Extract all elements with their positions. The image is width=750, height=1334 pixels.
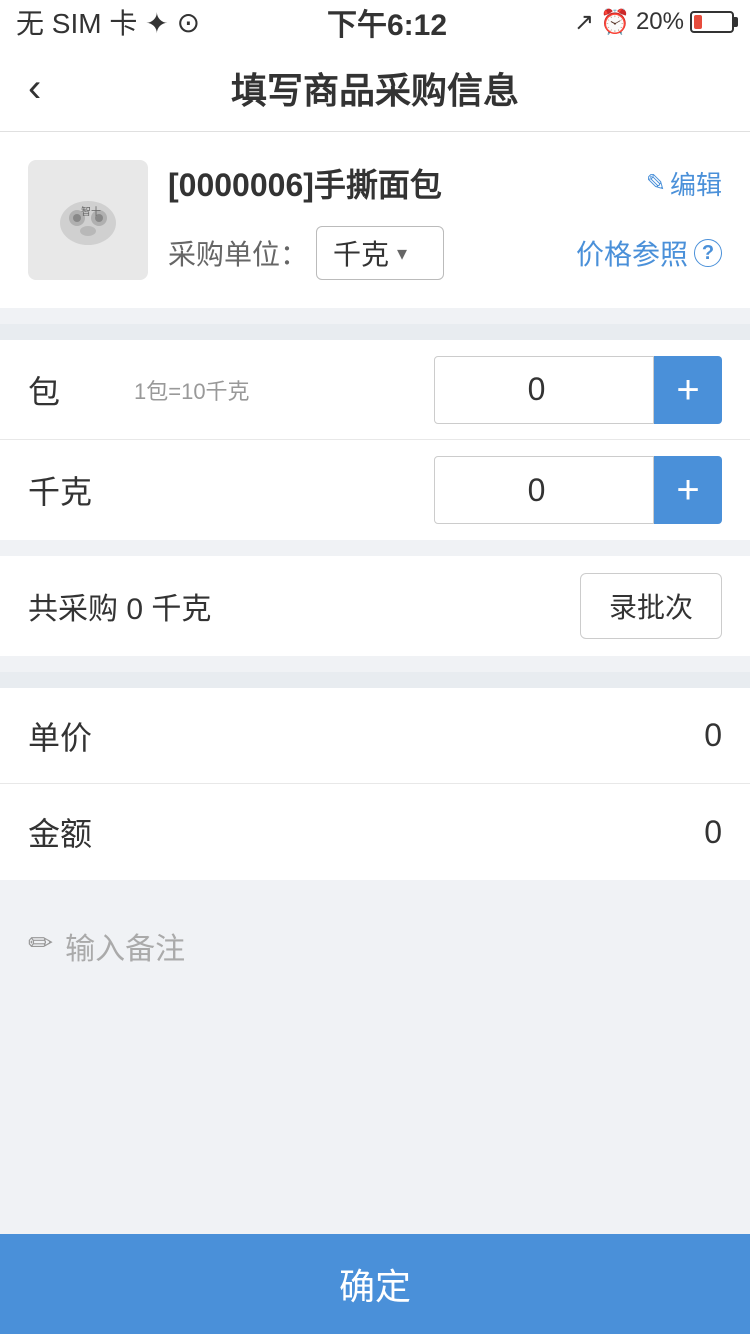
product-name: [0000006]手撕面包	[168, 160, 442, 206]
unit-price-row: 单价 0	[0, 688, 750, 784]
unit-row: 采购单位： 千克 ▾ 价格参照 ?	[168, 226, 722, 280]
edit-button[interactable]: ✎ 编辑	[646, 165, 722, 202]
page-title: 填写商品采购信息	[231, 62, 519, 114]
kg-input-wrap: +	[434, 456, 722, 524]
battery-icon	[690, 11, 734, 33]
bao-input-row: 包 1包=10千克 +	[0, 340, 750, 440]
wifi-icon: ⊙	[177, 6, 200, 39]
status-time: 下午6:12	[327, 0, 447, 44]
location-icon: ↗	[574, 8, 594, 37]
unit-price-value: 0	[704, 717, 722, 754]
battery-fill	[694, 15, 702, 29]
kg-label: 千克	[28, 467, 128, 513]
edit-icon: ✎	[646, 169, 666, 198]
bao-plus-button[interactable]: +	[654, 356, 722, 424]
bao-input[interactable]	[434, 356, 654, 424]
help-icon: ?	[694, 239, 722, 267]
summary-text: 共采购 0 千克	[28, 584, 211, 628]
unit-price-label: 单价	[28, 713, 92, 759]
product-logo: 智十	[48, 190, 128, 250]
no-sim-label: 无 SIM 卡 ✦	[16, 2, 169, 42]
summary-section: 共采购 0 千克 录批次	[0, 556, 750, 656]
separator-2	[0, 672, 750, 688]
status-bar: 无 SIM 卡 ✦ ⊙ 下午6:12 ↗ ⏰ 20%	[0, 0, 750, 44]
chevron-down-icon: ▾	[397, 241, 407, 266]
product-name-row: [0000006]手撕面包 ✎ 编辑	[168, 160, 722, 206]
svg-text:智十: 智十	[81, 205, 101, 218]
bao-sublabel: 1包=10千克	[134, 374, 434, 406]
bao-label: 包	[28, 367, 128, 413]
edit-label: 编辑	[670, 165, 722, 202]
remark-section[interactable]: ✏ 输入备注	[0, 896, 750, 1056]
unit-value: 千克	[333, 233, 389, 273]
input-section: 包 1包=10千克 + 千克 +	[0, 340, 750, 540]
product-thumbnail: 智十	[28, 160, 148, 280]
separator-1	[0, 324, 750, 340]
kg-input-row: 千克 +	[0, 440, 750, 540]
back-button[interactable]: ‹	[28, 68, 41, 108]
confirm-label: 确定	[339, 1258, 411, 1310]
price-ref-label: 价格参照	[576, 233, 688, 273]
battery-pct: 20%	[636, 8, 684, 36]
status-right: ↗ ⏰ 20%	[574, 8, 734, 37]
status-left: 无 SIM 卡 ✦ ⊙	[16, 2, 200, 42]
main-content: 智十 [0000006]手撕面包 ✎ 编辑 采购单位： 千克 ▾	[0, 132, 750, 1234]
bao-input-wrap: +	[434, 356, 722, 424]
amount-label: 金额	[28, 809, 92, 855]
unit-label: 采购单位：	[168, 233, 308, 273]
batch-button[interactable]: 录批次	[580, 573, 722, 639]
confirm-button[interactable]: 确定	[0, 1234, 750, 1334]
pencil-icon: ✏	[28, 926, 53, 961]
unit-left: 采购单位： 千克 ▾	[168, 226, 444, 280]
kg-input[interactable]	[434, 456, 654, 524]
unit-dropdown[interactable]: 千克 ▾	[316, 226, 444, 280]
alarm-icon: ⏰	[600, 8, 630, 37]
amount-value: 0	[704, 814, 722, 851]
nav-bar: ‹ 填写商品采购信息	[0, 44, 750, 132]
kg-plus-button[interactable]: +	[654, 456, 722, 524]
price-ref-button[interactable]: 价格参照 ?	[576, 233, 722, 273]
product-info: [0000006]手撕面包 ✎ 编辑 采购单位： 千克 ▾ 价格参照 ?	[168, 160, 722, 280]
detail-section: 单价 0 金额 0	[0, 688, 750, 880]
amount-row: 金额 0	[0, 784, 750, 880]
product-card: 智十 [0000006]手撕面包 ✎ 编辑 采购单位： 千克 ▾	[0, 132, 750, 308]
remark-placeholder: 输入备注	[65, 924, 185, 968]
